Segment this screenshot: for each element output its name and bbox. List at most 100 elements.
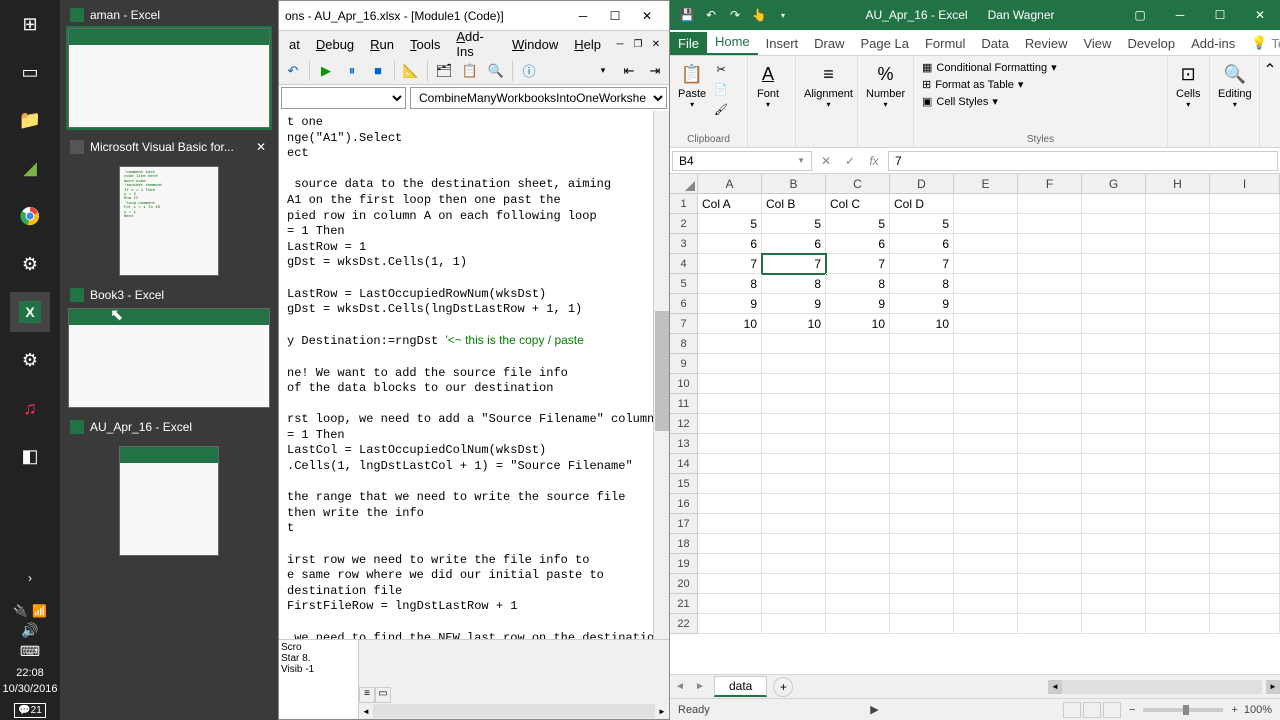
cell[interactable] (1018, 374, 1082, 394)
cell[interactable] (1146, 554, 1210, 574)
cell[interactable] (826, 334, 890, 354)
toolbar-options-icon[interactable]: ▾ (593, 61, 613, 81)
row-header[interactable]: 18 (670, 534, 698, 554)
cell[interactable] (698, 454, 762, 474)
cell[interactable] (1210, 354, 1280, 374)
properties-icon[interactable]: 📋 (460, 61, 480, 81)
cell[interactable] (890, 354, 954, 374)
collapse-ribbon-icon[interactable]: ⌃ (1260, 56, 1280, 147)
cell[interactable] (1210, 374, 1280, 394)
cell[interactable] (954, 574, 1018, 594)
cell[interactable] (698, 474, 762, 494)
cell[interactable] (1018, 314, 1082, 334)
cell[interactable] (1210, 574, 1280, 594)
cell[interactable] (826, 494, 890, 514)
zoom-out-icon[interactable]: − (1129, 704, 1135, 716)
cell[interactable] (1082, 414, 1146, 434)
mdi-close[interactable]: ✕ (647, 36, 665, 52)
cell[interactable] (698, 594, 762, 614)
volume-icon[interactable]: 🔊 (19, 620, 40, 641)
cell[interactable] (1210, 414, 1280, 434)
col-header-a[interactable]: A (698, 174, 762, 194)
cell[interactable] (890, 614, 954, 634)
cell[interactable] (890, 374, 954, 394)
cell[interactable] (762, 594, 826, 614)
tab-page-layout[interactable]: Page La (853, 32, 917, 55)
cell[interactable] (1210, 614, 1280, 634)
cell[interactable] (954, 374, 1018, 394)
cell[interactable] (1082, 254, 1146, 274)
cell[interactable] (1018, 594, 1082, 614)
pause-icon[interactable]: ⏸ (342, 61, 362, 81)
cell[interactable] (1082, 594, 1146, 614)
font-group-button[interactable]: AFont▾ (754, 60, 782, 111)
cell[interactable] (1018, 334, 1082, 354)
cell[interactable] (1210, 514, 1280, 534)
menu-run[interactable]: Run (364, 35, 400, 54)
cell[interactable] (1018, 554, 1082, 574)
properties-panel[interactable]: Scro Star 8. Visib -1 (279, 640, 359, 719)
cell[interactable]: 8 (762, 274, 826, 294)
project-explorer-icon[interactable]: 🗂 (434, 61, 454, 81)
cell[interactable] (826, 454, 890, 474)
cell[interactable]: 9 (826, 294, 890, 314)
zoom-slider[interactable] (1143, 708, 1223, 712)
cell[interactable] (954, 434, 1018, 454)
fx-icon[interactable]: fx (862, 150, 886, 172)
cell[interactable] (1146, 194, 1210, 214)
cell[interactable]: 10 (762, 314, 826, 334)
cell[interactable] (890, 454, 954, 474)
row-header[interactable]: 15 (670, 474, 698, 494)
cell[interactable] (762, 474, 826, 494)
cell[interactable] (1146, 274, 1210, 294)
cell[interactable]: 9 (890, 294, 954, 314)
cell[interactable] (826, 414, 890, 434)
cell[interactable]: 5 (826, 214, 890, 234)
cell[interactable]: 6 (698, 234, 762, 254)
cell[interactable]: Col B (762, 194, 826, 214)
cell[interactable] (762, 534, 826, 554)
chrome-icon[interactable] (10, 196, 50, 236)
tab-review[interactable]: Review (1017, 32, 1076, 55)
add-sheet-button[interactable]: + (773, 677, 793, 697)
cell[interactable]: 10 (890, 314, 954, 334)
row-header[interactable]: 6 (670, 294, 698, 314)
cell[interactable] (1210, 554, 1280, 574)
cell[interactable] (954, 334, 1018, 354)
row-header[interactable]: 22 (670, 614, 698, 634)
row-header[interactable]: 5 (670, 274, 698, 294)
cell[interactable] (1210, 534, 1280, 554)
stop-icon[interactable]: ■ (368, 61, 388, 81)
cell[interactable] (826, 474, 890, 494)
cell[interactable] (826, 594, 890, 614)
col-header-g[interactable]: G (1082, 174, 1146, 194)
design-mode-icon[interactable]: 📐 (401, 61, 421, 81)
cell[interactable] (826, 574, 890, 594)
cell[interactable] (698, 414, 762, 434)
maximize-button[interactable]: ☐ (599, 4, 631, 28)
zoom-level[interactable]: 100% (1244, 704, 1272, 716)
cell[interactable] (1018, 254, 1082, 274)
cell[interactable] (890, 414, 954, 434)
cell[interactable] (762, 574, 826, 594)
tab-developer[interactable]: Develop (1119, 32, 1183, 55)
row-header[interactable]: 8 (670, 334, 698, 354)
cell[interactable] (954, 214, 1018, 234)
file-explorer-icon[interactable]: 📁 (10, 100, 50, 140)
col-header-i[interactable]: I (1210, 174, 1280, 194)
cell[interactable] (1082, 494, 1146, 514)
row-header[interactable]: 12 (670, 414, 698, 434)
undo-icon[interactable]: ↶ (702, 6, 720, 24)
cell[interactable] (826, 614, 890, 634)
row-header[interactable]: 1 (670, 194, 698, 214)
format-painter-icon[interactable]: 🖌 (712, 100, 730, 118)
cell[interactable] (698, 354, 762, 374)
cell[interactable] (826, 434, 890, 454)
cell[interactable] (698, 574, 762, 594)
cell[interactable]: 9 (698, 294, 762, 314)
wifi-icon[interactable]: 📶 (32, 604, 47, 618)
cell[interactable] (1082, 294, 1146, 314)
cell[interactable] (1082, 354, 1146, 374)
minimize-button[interactable]: ─ (567, 4, 599, 28)
cell[interactable] (1018, 454, 1082, 474)
